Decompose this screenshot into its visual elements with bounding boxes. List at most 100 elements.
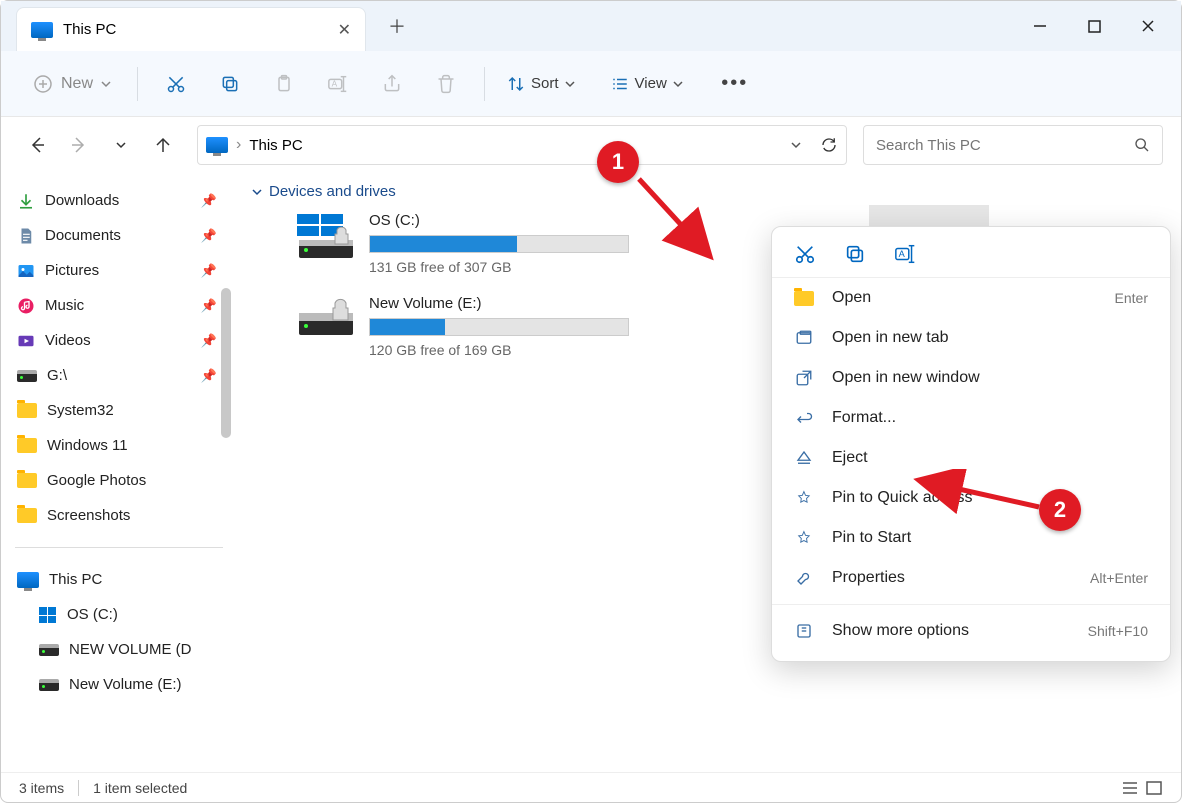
- ctx-open-new-window[interactable]: Open in new window: [772, 358, 1170, 398]
- separator: [137, 67, 138, 101]
- share-button[interactable]: [370, 64, 414, 104]
- view-button[interactable]: View: [605, 75, 689, 93]
- svg-text:A: A: [899, 249, 906, 259]
- up-button[interactable]: [145, 127, 181, 163]
- cut-button[interactable]: [154, 64, 198, 104]
- separator: [484, 67, 485, 101]
- sidebar-item-system32[interactable]: System32: [15, 393, 231, 428]
- sidebar-item-music[interactable]: Music📌: [15, 288, 231, 323]
- ctx-format[interactable]: Format...: [772, 398, 1170, 438]
- sidebar-item-label: Pictures: [45, 262, 99, 279]
- address-bar[interactable]: › This PC: [197, 125, 847, 165]
- new-tab-button[interactable]: ＋: [388, 13, 406, 39]
- search-box[interactable]: [863, 125, 1163, 165]
- music-icon: [17, 297, 35, 315]
- new-label: New: [61, 75, 93, 93]
- drive-usage-bar: [369, 235, 629, 253]
- context-menu: A OpenEnter Open in new tab Open in new …: [771, 226, 1171, 662]
- sidebar-item-windows11[interactable]: Windows 11: [15, 428, 231, 463]
- pin-icon: 📌: [201, 228, 217, 244]
- sidebar-item-documents[interactable]: Documents📌: [15, 218, 231, 253]
- forward-button[interactable]: [61, 127, 97, 163]
- copy-button[interactable]: [208, 64, 252, 104]
- separator: [772, 604, 1170, 605]
- navigation-row: › This PC: [1, 117, 1181, 173]
- view-label: View: [635, 75, 667, 92]
- ctx-properties[interactable]: Properties Alt+Enter: [772, 558, 1170, 598]
- sidebar-item-google-photos[interactable]: Google Photos: [15, 463, 231, 498]
- close-tab-button[interactable]: ✕: [338, 20, 351, 40]
- ctx-label: Properties: [832, 569, 905, 587]
- sidebar-item-screenshots[interactable]: Screenshots: [15, 498, 231, 533]
- annotation-arrow-1: [631, 171, 721, 271]
- status-bar: 3 items 1 item selected: [1, 772, 1181, 802]
- chevron-down-icon[interactable]: [790, 139, 802, 151]
- os-drive-icon: [39, 607, 57, 623]
- rename-icon[interactable]: A: [894, 243, 918, 265]
- pin-icon: 📌: [201, 263, 217, 279]
- annotation-arrow-2: [911, 469, 1051, 519]
- ctx-label: Open in new window: [832, 369, 980, 387]
- sidebar-item-downloads[interactable]: Downloads📌: [15, 183, 231, 218]
- search-icon: [1134, 137, 1150, 153]
- ctx-open-new-tab[interactable]: Open in new tab: [772, 318, 1170, 358]
- ctx-label: Format...: [832, 409, 896, 427]
- refresh-button[interactable]: [820, 136, 838, 154]
- sidebar-item-label: Videos: [45, 332, 91, 349]
- search-input[interactable]: [876, 137, 1134, 154]
- tree-new-volume-e[interactable]: New Volume (E:): [15, 667, 231, 702]
- command-toolbar: New A Sort View •••: [1, 51, 1181, 117]
- separator: [15, 547, 223, 548]
- pin-icon: 📌: [201, 193, 217, 209]
- sort-icon: [507, 75, 525, 93]
- new-window-icon: [794, 369, 814, 387]
- ctx-pin-start[interactable]: Pin to Start: [772, 518, 1170, 558]
- ctx-shortcut: Shift+F10: [1088, 623, 1148, 639]
- paste-button[interactable]: [262, 64, 306, 104]
- delete-button[interactable]: [424, 64, 468, 104]
- ctx-label: Show more options: [832, 622, 969, 640]
- drive-name: New Volume (E:): [369, 295, 629, 312]
- pin-icon: 📌: [201, 333, 217, 349]
- new-button[interactable]: New: [23, 68, 121, 100]
- plus-circle-icon: [33, 74, 53, 94]
- tree-new-volume-d[interactable]: NEW VOLUME (D: [15, 632, 231, 667]
- ctx-shortcut: Alt+Enter: [1090, 570, 1148, 586]
- minimize-button[interactable]: [1017, 8, 1063, 44]
- more-options-icon: [794, 622, 814, 640]
- scrollbar-thumb[interactable]: [221, 288, 231, 438]
- sidebar-item-label: System32: [47, 402, 114, 419]
- tree-this-pc[interactable]: This PC: [15, 562, 231, 597]
- sort-button[interactable]: Sort: [501, 75, 581, 93]
- icons-view-button[interactable]: [1145, 780, 1163, 796]
- cut-icon[interactable]: [794, 243, 816, 265]
- breadcrumb[interactable]: This PC: [249, 137, 782, 154]
- tree-os-c[interactable]: OS (C:): [15, 597, 231, 632]
- context-quick-actions: A: [772, 237, 1170, 278]
- copy-icon[interactable]: [844, 243, 866, 265]
- window-controls: [1017, 8, 1181, 44]
- rename-button[interactable]: A: [316, 64, 360, 104]
- maximize-button[interactable]: [1071, 8, 1117, 44]
- ctx-show-more[interactable]: Show more options Shift+F10: [772, 611, 1170, 651]
- ctx-label: Open in new tab: [832, 329, 949, 347]
- drive-name: OS (C:): [369, 212, 629, 229]
- sidebar-item-pictures[interactable]: Pictures 📌: [15, 253, 231, 288]
- active-tab[interactable]: This PC ✕: [16, 7, 366, 51]
- pin-icon: 📌: [201, 298, 217, 314]
- tree-item-label: This PC: [49, 571, 102, 588]
- eject-icon: [794, 449, 814, 467]
- download-icon: [17, 192, 35, 210]
- sidebar-item-g-drive[interactable]: G:\📌: [15, 358, 231, 393]
- details-view-button[interactable]: [1121, 780, 1139, 796]
- os-drive-icon: [295, 212, 357, 262]
- close-window-button[interactable]: [1125, 8, 1171, 44]
- recent-locations-button[interactable]: [103, 127, 139, 163]
- back-button[interactable]: [19, 127, 55, 163]
- sidebar-item-videos[interactable]: Videos 📌: [15, 323, 231, 358]
- pin-icon: [794, 529, 814, 547]
- annotation-1: 1: [597, 141, 639, 183]
- more-button[interactable]: •••: [713, 64, 757, 104]
- tree-item-label: NEW VOLUME (D: [69, 641, 192, 658]
- ctx-open[interactable]: OpenEnter: [772, 278, 1170, 318]
